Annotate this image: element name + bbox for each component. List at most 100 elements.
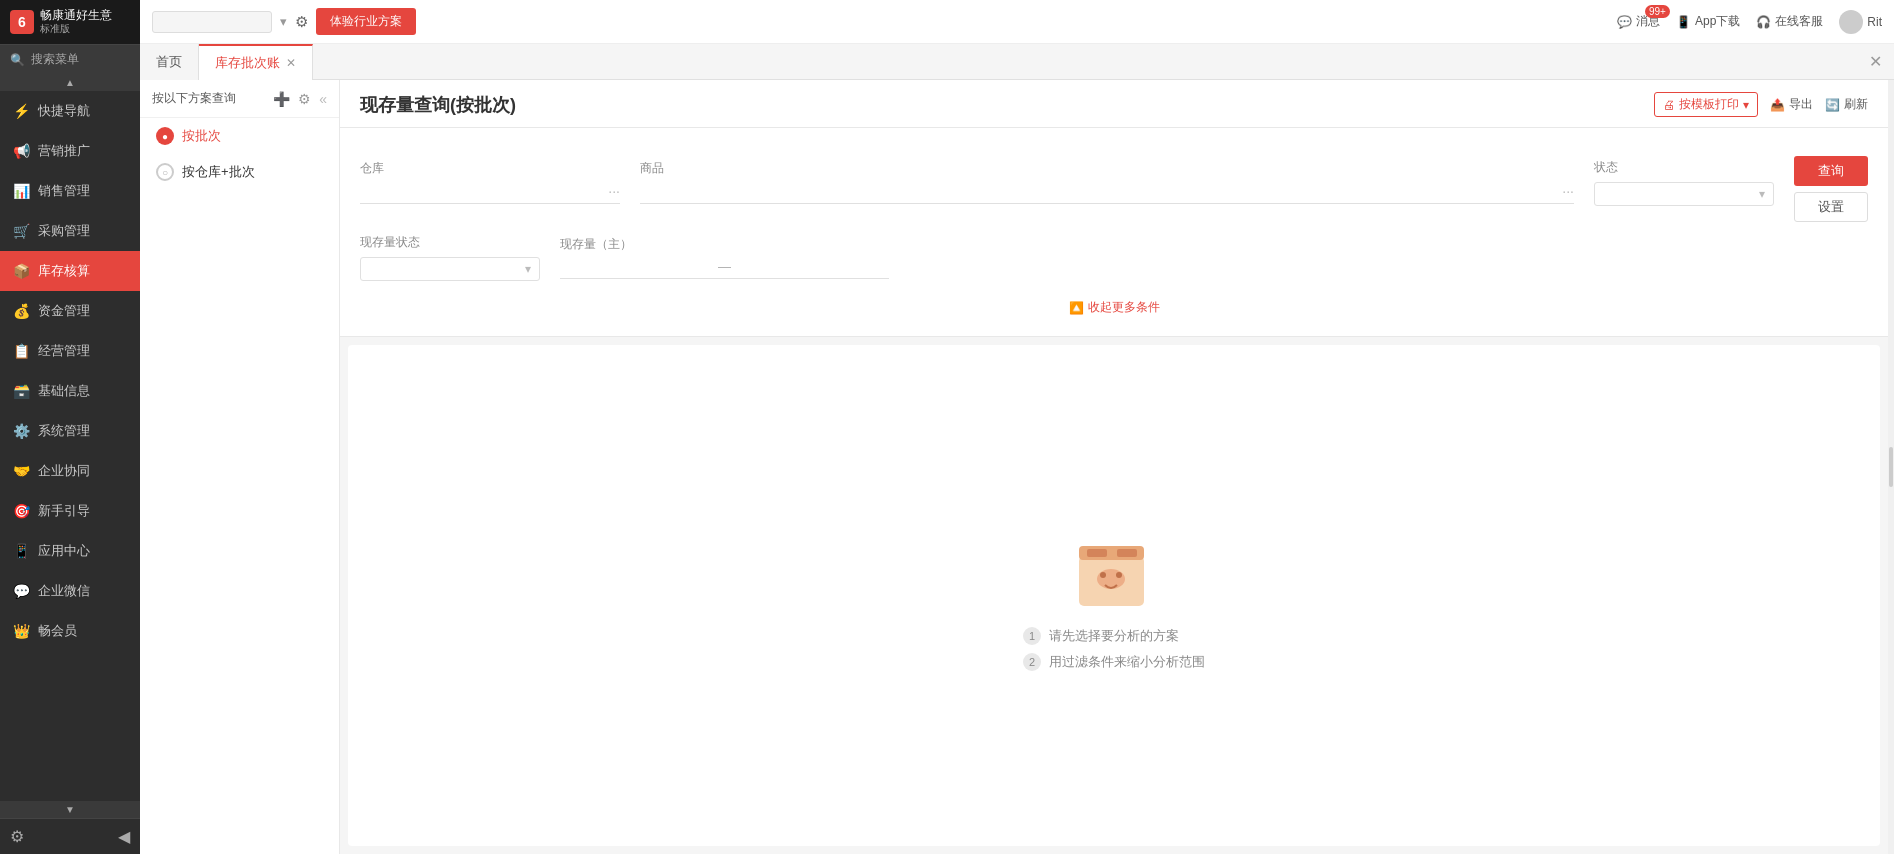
sidebar-icon-guide: 🎯 xyxy=(12,502,30,520)
messages-btn[interactable]: 💬 消息 99+ xyxy=(1617,13,1660,30)
sidebar-item-enterprise[interactable]: 🤝 企业协同 xyxy=(0,451,140,491)
sidebar-item-sales[interactable]: 📊 销售管理 xyxy=(0,171,140,211)
tab-home[interactable]: 首页 xyxy=(140,44,199,80)
query-btn[interactable]: 查询 xyxy=(1794,156,1868,186)
product-input-wrap[interactable]: ··· xyxy=(640,183,1574,204)
collapse-filter-btn[interactable]: 🔼 收起更多条件 xyxy=(360,293,1868,322)
status-field: 状态 ▾ xyxy=(1594,159,1774,206)
sidebar-item-inventory[interactable]: 📦 库存核算 xyxy=(0,251,140,291)
filter-row-2: 现存量状态 ▾ 现存量（主） — xyxy=(360,234,1868,281)
sidebar-label-purchase: 采购管理 xyxy=(38,222,90,240)
sidebar-item-basic[interactable]: 🗃️ 基础信息 xyxy=(0,371,140,411)
search-label: 搜索菜单 xyxy=(31,51,79,68)
sidebar-item-operations[interactable]: 📋 经营管理 xyxy=(0,331,140,371)
warehouse-input-wrap[interactable]: ··· xyxy=(360,183,620,204)
headset-icon: 🎧 xyxy=(1756,15,1771,29)
empty-svg xyxy=(1069,521,1159,611)
settings-btn[interactable]: 设置 xyxy=(1794,192,1868,222)
sidebar: 6 畅康通好生意 标准版 🔍 搜索菜单 ▲ ⚡ 快捷导航 📢 营销推广 📊 销售… xyxy=(0,0,140,854)
sidebar-label-member: 畅会员 xyxy=(38,622,77,640)
empty-state: 1 请先选择要分析的方案 2 用过滤条件来缩小分析范围 xyxy=(348,345,1880,846)
app-version: 标准版 xyxy=(40,22,112,36)
scroll-down-arrow[interactable]: ▼ xyxy=(0,801,140,818)
sidebar-icon-member: 👑 xyxy=(12,622,30,640)
sidebar-header: 6 畅康通好生意 标准版 xyxy=(0,0,140,45)
left-panel: 按以下方案查询 ➕ ⚙ « ● 按批次 ○ 按仓库+批次 xyxy=(140,80,340,854)
scroll-thumb[interactable] xyxy=(1889,447,1893,487)
collapse-filter-label: 收起更多条件 xyxy=(1088,299,1160,316)
page-header-actions: 🖨 按模板打印 ▾ 📤 导出 🔄 刷新 xyxy=(1654,92,1868,117)
sidebar-label-shortcut: 快捷导航 xyxy=(38,102,90,120)
message-icon: 💬 xyxy=(1617,15,1632,29)
sidebar-label-wechat: 企业微信 xyxy=(38,582,90,600)
user-name: Rit xyxy=(1867,15,1882,29)
experience-btn[interactable]: 体验行业方案 xyxy=(316,8,416,35)
user-profile-btn[interactable]: Rit xyxy=(1839,10,1882,34)
topbar-dropdown-icon[interactable]: ▾ xyxy=(280,14,287,29)
tab-inventory-batch-label: 库存批次账 xyxy=(215,54,280,72)
online-service-btn[interactable]: 🎧 在线客服 xyxy=(1756,13,1823,30)
inventory-qty-from[interactable] xyxy=(560,260,710,274)
inventory-qty-to[interactable] xyxy=(739,260,889,274)
close-all-tabs-btn[interactable]: ✕ xyxy=(1857,52,1894,71)
warehouse-dots-btn[interactable]: ··· xyxy=(608,183,620,199)
status-dropdown[interactable]: ▾ xyxy=(1594,182,1774,206)
sidebar-item-guide[interactable]: 🎯 新手引导 xyxy=(0,491,140,531)
hint-1-num: 1 xyxy=(1023,627,1041,645)
sidebar-label-system: 系统管理 xyxy=(38,422,90,440)
sidebar-nav: ⚡ 快捷导航 📢 营销推广 📊 销售管理 🛒 采购管理 📦 库存核算 💰 资金管… xyxy=(0,91,140,801)
inventory-status-field: 现存量状态 ▾ xyxy=(360,234,540,281)
product-dots-btn[interactable]: ··· xyxy=(1562,183,1574,199)
tab-home-label: 首页 xyxy=(156,53,182,71)
sidebar-item-member[interactable]: 👑 畅会员 xyxy=(0,611,140,651)
tab-close-icon[interactable]: ✕ xyxy=(286,56,296,70)
scroll-up-arrow[interactable]: ▲ xyxy=(0,74,140,91)
sidebar-item-purchase[interactable]: 🛒 采购管理 xyxy=(0,211,140,251)
collapse-sidebar-icon[interactable]: ◀ xyxy=(118,827,130,846)
sidebar-icon-inventory: 📦 xyxy=(12,262,30,280)
settings-icon[interactable]: ⚙ xyxy=(10,827,24,846)
sidebar-item-apps[interactable]: 📱 应用中心 xyxy=(0,531,140,571)
hint-1-text: 请先选择要分析的方案 xyxy=(1049,627,1179,645)
refresh-btn[interactable]: 🔄 刷新 xyxy=(1825,96,1868,113)
inventory-status-label: 现存量状态 xyxy=(360,234,540,251)
sidebar-item-wechat[interactable]: 💬 企业微信 xyxy=(0,571,140,611)
scheme-by-batch[interactable]: ● 按批次 xyxy=(140,118,339,154)
messages-badge: 99+ xyxy=(1645,5,1670,18)
page-header-top: 现存量查询(按批次) 🖨 按模板打印 ▾ 📤 导出 🔄 xyxy=(360,92,1868,127)
sidebar-item-marketing[interactable]: 📢 营销推广 xyxy=(0,131,140,171)
sidebar-icon-wechat: 💬 xyxy=(12,582,30,600)
topbar-gear-icon[interactable]: ⚙ xyxy=(295,13,308,31)
inventory-status-dropdown[interactable]: ▾ xyxy=(360,257,540,281)
search-icon: 🔍 xyxy=(10,53,25,67)
svg-rect-2 xyxy=(1087,549,1107,557)
page-header: 现存量查询(按批次) 🖨 按模板打印 ▾ 📤 导出 🔄 xyxy=(340,80,1888,128)
sidebar-item-finance[interactable]: 💰 资金管理 xyxy=(0,291,140,331)
warehouse-label: 仓库 xyxy=(360,160,620,177)
scheme-inactive-indicator: ○ xyxy=(156,163,174,181)
inventory-qty-dash: — xyxy=(718,259,731,274)
scheme-settings-btn[interactable]: ⚙ xyxy=(298,91,311,107)
export-btn[interactable]: 📤 导出 xyxy=(1770,96,1813,113)
tab-inventory-batch[interactable]: 库存批次账 ✕ xyxy=(199,44,313,80)
scheme-by-warehouse-batch[interactable]: ○ 按仓库+批次 xyxy=(140,154,339,190)
warehouse-field: 仓库 ··· xyxy=(360,160,620,204)
right-scrollbar xyxy=(1888,80,1894,854)
avatar xyxy=(1839,10,1863,34)
sidebar-item-shortcut[interactable]: ⚡ 快捷导航 xyxy=(0,91,140,131)
add-scheme-btn[interactable]: ➕ xyxy=(273,91,290,107)
scheme-panel-title: 按以下方案查询 xyxy=(152,90,236,107)
print-btn[interactable]: 🖨 按模板打印 ▾ xyxy=(1654,92,1758,117)
print-dropdown-icon[interactable]: ▾ xyxy=(1743,98,1749,112)
online-service-label: 在线客服 xyxy=(1775,13,1823,30)
topbar-search-input[interactable] xyxy=(152,11,272,33)
scheme-by-batch-label: 按批次 xyxy=(182,127,221,145)
sidebar-item-system[interactable]: ⚙️ 系统管理 xyxy=(0,411,140,451)
app-download-btn[interactable]: 📱 App下载 xyxy=(1676,13,1740,30)
collapse-panel-btn[interactable]: « xyxy=(319,91,327,107)
phone-icon: 📱 xyxy=(1676,15,1691,29)
sidebar-label-sales: 销售管理 xyxy=(38,182,90,200)
sidebar-search[interactable]: 🔍 搜索菜单 xyxy=(0,45,140,74)
app-logo: 6 xyxy=(10,10,34,34)
main-area: ▾ ⚙ 体验行业方案 💬 消息 99+ 📱 App下载 🎧 在线客服 Rit xyxy=(140,0,1894,854)
